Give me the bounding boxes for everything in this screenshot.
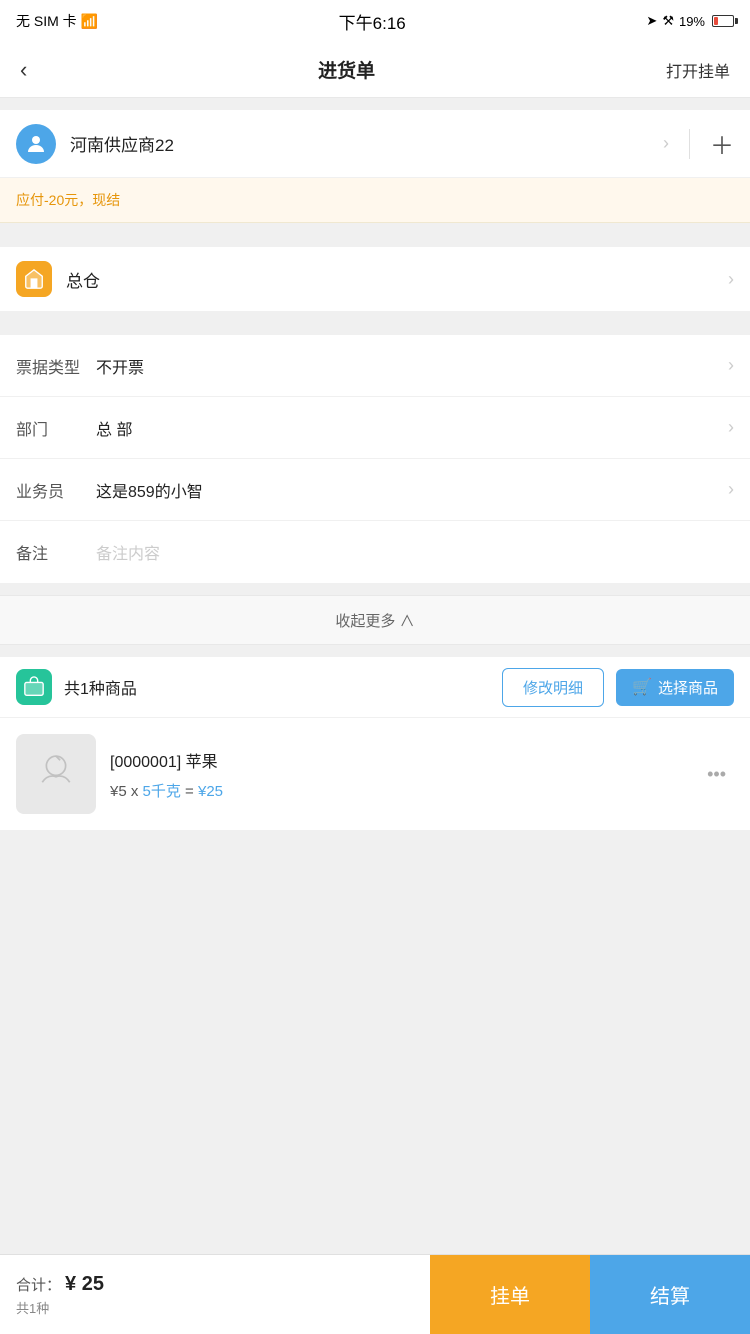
price-base: ¥5 x [110,783,143,800]
price-total: ¥25 [198,783,223,800]
total-amount: ¥ 25 [65,1273,104,1296]
cart-icon: 🛒 [632,677,652,697]
status-time: 下午6:16 [339,9,406,34]
department-label: 部门 [16,416,96,440]
back-button[interactable]: ‹ [20,57,27,83]
supplier-row[interactable]: 河南供应商22 › ＋ [0,110,750,178]
select-product-label: 选择商品 [658,677,718,698]
salesperson-row[interactable]: 业务员 这是859的小智 › [0,459,750,521]
product-info: [0000001] 苹果 ¥5 x 5千克 = ¥25 [110,748,685,801]
department-chevron-icon: › [728,417,734,438]
battery-icon [712,15,734,27]
select-product-button[interactable]: 🛒 选择商品 [616,669,734,706]
page-title: 进货单 [318,56,375,83]
product-item: [0000001] 苹果 ¥5 x 5千克 = ¥25 ••• [0,718,750,830]
salesperson-label: 业务员 [16,478,96,502]
open-hang-button[interactable]: 打开挂单 [666,58,730,82]
alarm-icon: ⚒ [662,13,674,29]
gap3 [0,311,750,323]
warehouse-name: 总仓 [66,267,728,292]
total-label: 合计： [16,1274,61,1295]
location-icon: ➤ [646,13,657,29]
status-bar: 无 SIM 卡 📶 下午6:16 ➤ ⚒ 19% [0,0,750,42]
salesperson-chevron-icon: › [728,479,734,500]
invoice-type-value: 不开票 [96,354,728,378]
supplier-avatar [16,124,56,164]
warehouse-chevron-icon: › [728,269,734,290]
department-value: 总 部 [96,416,728,440]
product-count-text: 共1种商品 [64,675,490,699]
warning-text: 应付-20元，现结 [16,192,120,208]
product-header-icon [16,669,52,705]
total-count: 共1种 [16,1298,414,1317]
invoice-type-chevron-icon: › [728,355,734,376]
warning-bar: 应付-20元，现结 [0,178,750,223]
supplier-add-button[interactable]: ＋ [710,126,734,161]
product-code: [0000001] [110,754,186,771]
product-header: 共1种商品 修改明细 🛒 选择商品 [0,657,750,717]
salesperson-value: 这是859的小智 [96,478,728,502]
price-qty: 5千克 [143,783,181,800]
gap1 [0,98,750,110]
supplier-name: 河南供应商22 [70,131,663,156]
invoice-type-label: 票据类型 [16,354,96,378]
bottom-spacer [0,830,750,920]
hang-button[interactable]: 挂单 [430,1255,590,1334]
product-more-button[interactable]: ••• [699,756,734,793]
supplier-chevron-icon: › [663,133,669,154]
bottom-bar: 合计： ¥ 25 共1种 挂单 结算 [0,1254,750,1334]
warehouse-row[interactable]: 总仓 › [0,247,750,311]
battery-fill [714,17,718,25]
form-section: 票据类型 不开票 › 部门 总 部 › 业务员 这是859的小智 › 备注 备注… [0,335,750,583]
battery-percent: 19% [679,14,705,29]
warehouse-icon [16,261,52,297]
product-thumbnail [16,734,96,814]
product-price: ¥5 x 5千克 = ¥25 [110,780,685,801]
checkout-button[interactable]: 结算 [590,1255,750,1334]
remark-placeholder: 备注内容 [96,540,734,564]
status-left: 无 SIM 卡 📶 [16,11,98,31]
price-eq: = [185,783,198,800]
remark-label: 备注 [16,540,96,564]
collapse-bar[interactable]: 收起更多 ∧ [0,595,750,645]
modify-detail-button[interactable]: 修改明细 [502,668,604,707]
status-right: ➤ ⚒ 19% [646,13,734,29]
supplier-divider [689,129,690,159]
gap2 [0,223,750,235]
total-section: 合计： ¥ 25 共1种 [0,1255,430,1334]
collapse-text: 收起更多 ∧ [335,610,414,631]
product-name: [0000001] 苹果 [110,748,685,772]
nav-bar: ‹ 进货单 打开挂单 [0,42,750,98]
invoice-type-row[interactable]: 票据类型 不开票 › [0,335,750,397]
remark-row[interactable]: 备注 备注内容 [0,521,750,583]
product-title: 苹果 [186,754,218,771]
department-row[interactable]: 部门 总 部 › [0,397,750,459]
